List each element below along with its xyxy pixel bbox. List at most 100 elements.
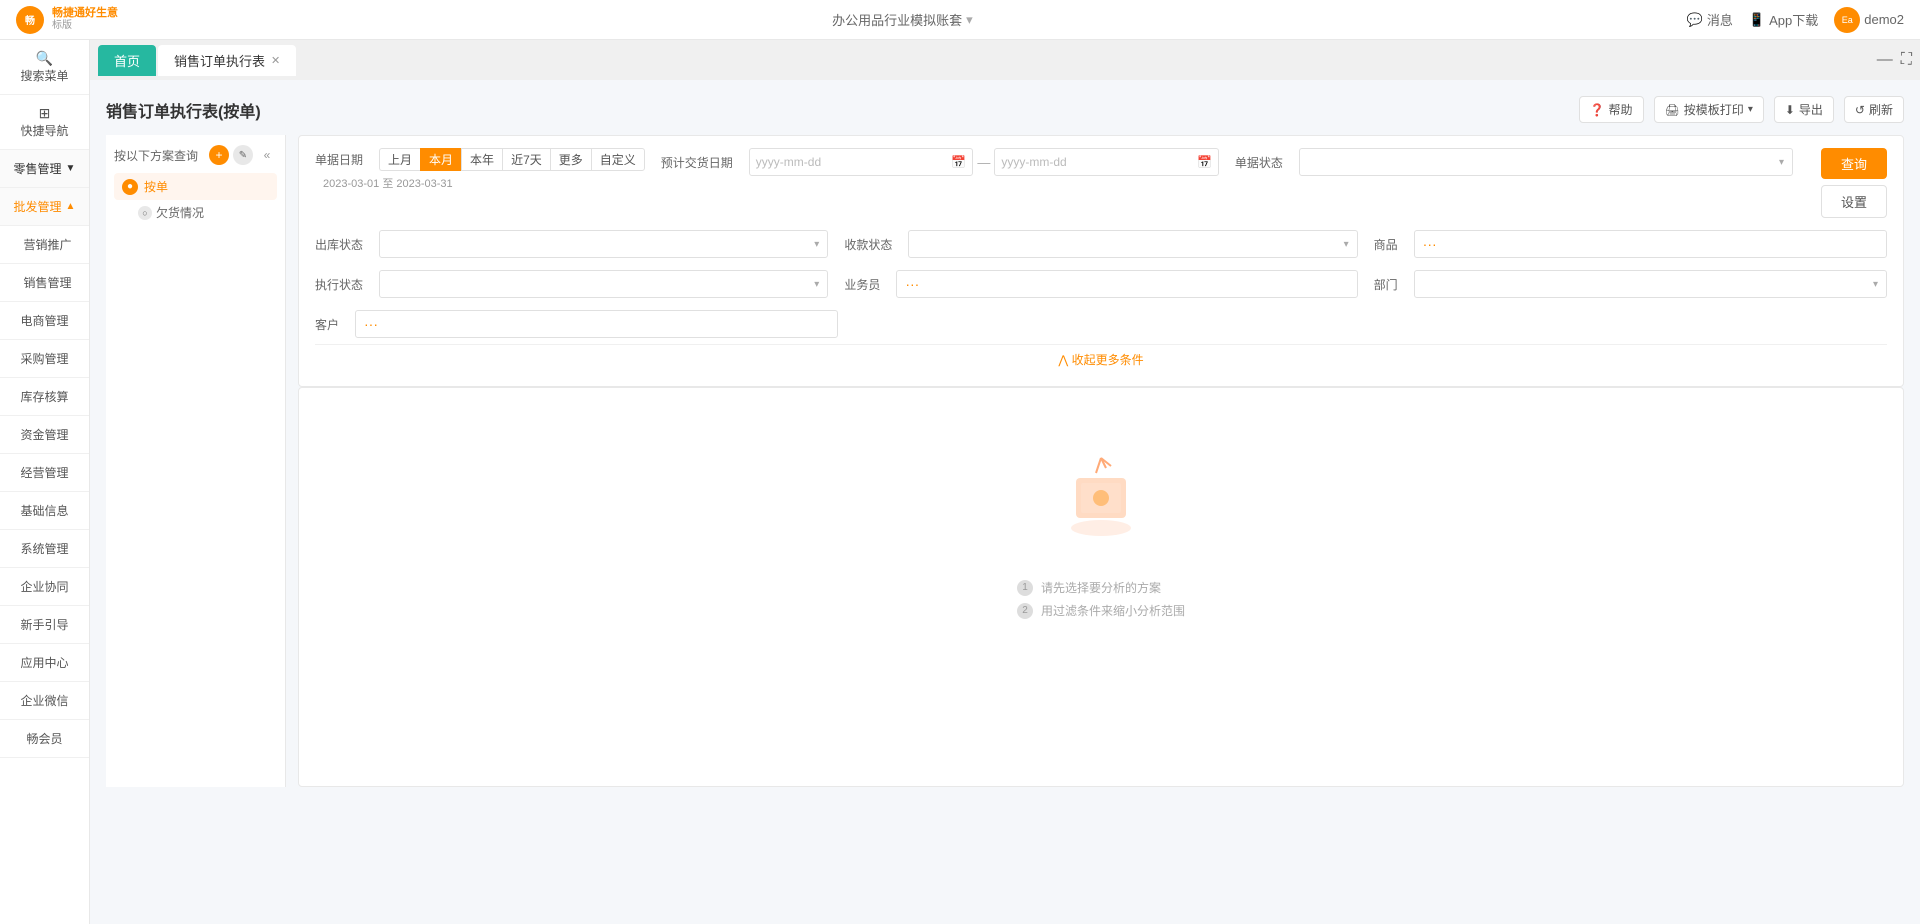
tab-close-btn[interactable]: ✕: [271, 54, 280, 67]
tab-sales-exec[interactable]: 销售订单执行表 ✕: [158, 45, 296, 76]
dept-select[interactable]: ▾: [1414, 270, 1887, 298]
tab-bar-right: — ⛶: [1877, 51, 1912, 69]
date-tabs: 上月 本月 本年 近7天 更多 自定义: [379, 148, 645, 171]
app-download-btn[interactable]: 📱 App下载: [1749, 10, 1818, 29]
sidebar-item-inventory[interactable]: 库存核算: [0, 378, 89, 416]
expected-date-range: yyyy-mm-dd 📅 — yyyy-mm-dd 📅: [749, 148, 1219, 176]
sidebar-item-appstore[interactable]: 应用中心: [0, 644, 89, 682]
warehouse-filter: 出库状态 ▾: [315, 230, 828, 258]
calendar-icon: 📅: [951, 155, 966, 169]
sidebar-item-basic[interactable]: 基础信息: [0, 492, 89, 530]
user-avatar: Ea: [1834, 7, 1860, 33]
help-btn[interactable]: ❓ 帮助: [1579, 96, 1644, 123]
collection-select[interactable]: ▾: [908, 230, 1357, 258]
header-center[interactable]: 办公用品行业模拟账套 ▾: [832, 10, 973, 29]
refresh-btn[interactable]: ↺ 刷新: [1844, 96, 1904, 123]
exec-select[interactable]: ▾: [379, 270, 828, 298]
status-select[interactable]: ▾: [1299, 148, 1793, 176]
app-logo: 畅: [16, 6, 44, 34]
template-print-btn[interactable]: 🖨 按模板打印 ▾: [1654, 96, 1764, 123]
sidebar-item-operations[interactable]: 经营管理: [0, 454, 89, 492]
empty-state: 1 请先选择要分析的方案 2 用过滤条件来缩小分析范围: [299, 388, 1903, 679]
expected-date-start[interactable]: yyyy-mm-dd 📅: [749, 148, 974, 176]
search-icon: 🔍: [6, 50, 83, 67]
filter-row-2: 出库状态 ▾ 收款状态 ▾: [315, 230, 1887, 258]
sidebar-item-sales[interactable]: 销售管理: [0, 264, 89, 302]
date-tab-current-year[interactable]: 本年: [461, 148, 502, 171]
tab-bar: 首页 销售订单执行表 ✕ — ⛶: [90, 40, 1920, 80]
collapse-icon: ⋀: [1058, 353, 1068, 367]
exec-filter: 执行状态 ▾: [315, 270, 828, 298]
chevron-down-icon-5: ▾: [1873, 279, 1878, 290]
date-tab-custom[interactable]: 自定义: [591, 148, 645, 171]
warehouse-select[interactable]: ▾: [379, 230, 828, 258]
page-title-bar: 销售订单执行表(按单) ❓ 帮助 🖨 按模板打印 ▾ ⬇ 导出: [106, 96, 1904, 123]
print-icon: 🖨: [1665, 103, 1680, 117]
date-tab-current-month[interactable]: 本月: [420, 148, 461, 171]
scheme-panel: 按以下方案查询 + ✎ « ● 按单 ○ 欠货情况: [106, 135, 286, 787]
date-tab-last-month[interactable]: 上月: [379, 148, 420, 171]
date-tab-more[interactable]: 更多: [550, 148, 591, 171]
dept-filter: 部门 ▾: [1374, 270, 1887, 298]
query-btn[interactable]: 查询: [1821, 148, 1887, 179]
scheme-collapse-btn[interactable]: «: [257, 145, 277, 165]
scheme-item-press-order[interactable]: ● 按单: [114, 173, 277, 200]
page-title: 销售订单执行表(按单): [106, 98, 261, 122]
user-profile[interactable]: Ea demo2: [1834, 7, 1904, 33]
expected-date-end[interactable]: yyyy-mm-dd 📅: [994, 148, 1219, 176]
scheme-add-btn[interactable]: +: [209, 145, 229, 165]
scheme-sub-item-debt[interactable]: ○ 欠货情况: [114, 200, 277, 225]
customer-input[interactable]: [355, 310, 838, 338]
sidebar-item-ecommerce[interactable]: 电商管理: [0, 302, 89, 340]
message-btn[interactable]: 💬 消息: [1687, 10, 1733, 29]
date-tab-last-7-days[interactable]: 近7天: [502, 148, 550, 171]
filter-row-1: 单据日期 上月 本月 本年 近7天 更多 自定义: [315, 148, 1887, 218]
sidebar-item-wholesale[interactable]: 批发管理 ▲: [0, 188, 89, 226]
collapse-bar[interactable]: ⋀ 收起更多条件: [315, 344, 1887, 374]
sidebar-item-marketing[interactable]: 营销推广: [0, 226, 89, 264]
goods-input[interactable]: [1414, 230, 1887, 258]
help-icon: ❓: [1590, 103, 1605, 117]
sidebar-item-finance[interactable]: 资金管理: [0, 416, 89, 454]
collection-filter: 收款状态 ▾: [844, 230, 1357, 258]
tab-minimize-btn[interactable]: —: [1877, 51, 1893, 69]
settings-btn[interactable]: 设置: [1821, 185, 1887, 218]
header-right: 💬 消息 📱 App下载 Ea demo2: [1687, 7, 1904, 33]
chevron-down-icon: ▾: [1779, 157, 1784, 168]
sidebar: 🔍 搜索菜单 ⊞ 快捷导航 零售管理 ▼ 批发管理 ▲ 营销推广 销售管理 电商…: [0, 40, 90, 924]
sidebar-item-member[interactable]: 畅会员: [0, 720, 89, 758]
sidebar-item-enterprise[interactable]: 企业协同: [0, 568, 89, 606]
page-title-actions: ❓ 帮助 🖨 按模板打印 ▾ ⬇ 导出 ↺ 刷新: [1579, 96, 1904, 123]
sidebar-item-retail[interactable]: 零售管理 ▼: [0, 150, 89, 188]
date-range-text: 2023-03-01 至 2023-03-31: [323, 175, 645, 191]
dropdown-arrow-icon: ▾: [1748, 104, 1753, 115]
app-name: 畅捷通好生意 标版: [52, 7, 118, 32]
action-buttons: 查询 设置: [1809, 148, 1887, 218]
salesperson-input[interactable]: [896, 270, 1357, 298]
chevron-down-icon-4: ▾: [814, 279, 819, 290]
export-btn[interactable]: ⬇ 导出: [1774, 96, 1834, 123]
tab-home[interactable]: 首页: [98, 45, 156, 76]
chevron-down-icon-3: ▾: [1344, 239, 1349, 250]
calendar-icon-2: 📅: [1197, 155, 1212, 169]
sidebar-item-purchase[interactable]: 采购管理: [0, 340, 89, 378]
chevron-down-icon-2: ▾: [814, 239, 819, 250]
scheme-edit-btn[interactable]: ✎: [233, 145, 253, 165]
scheme-actions: + ✎ «: [209, 145, 277, 165]
expected-date-filter: 预计交货日期 yyyy-mm-dd 📅 — yyyy-mm-dd: [661, 148, 1219, 176]
grid-icon: ⊞: [6, 105, 83, 122]
sidebar-item-search-menu[interactable]: 🔍 搜索菜单: [0, 40, 89, 95]
refresh-icon: ↺: [1855, 103, 1865, 117]
scheme-header: 按以下方案查询 + ✎ «: [114, 145, 277, 165]
sidebar-item-newbie[interactable]: 新手引导: [0, 606, 89, 644]
goods-filter: 商品: [1374, 230, 1887, 258]
page-content: 销售订单执行表(按单) ❓ 帮助 🖨 按模板打印 ▾ ⬇ 导出: [90, 80, 1920, 924]
empty-svg: [1051, 448, 1151, 548]
sidebar-item-system[interactable]: 系统管理: [0, 530, 89, 568]
results-area: 1 请先选择要分析的方案 2 用过滤条件来缩小分析范围: [298, 387, 1904, 787]
empty-illustration: [1051, 448, 1151, 563]
tab-maximize-btn[interactable]: ⛶: [1901, 51, 1912, 69]
export-icon: ⬇: [1785, 103, 1795, 117]
sidebar-item-wechat[interactable]: 企业微信: [0, 682, 89, 720]
sidebar-item-quick-nav[interactable]: ⊞ 快捷导航: [0, 95, 89, 150]
